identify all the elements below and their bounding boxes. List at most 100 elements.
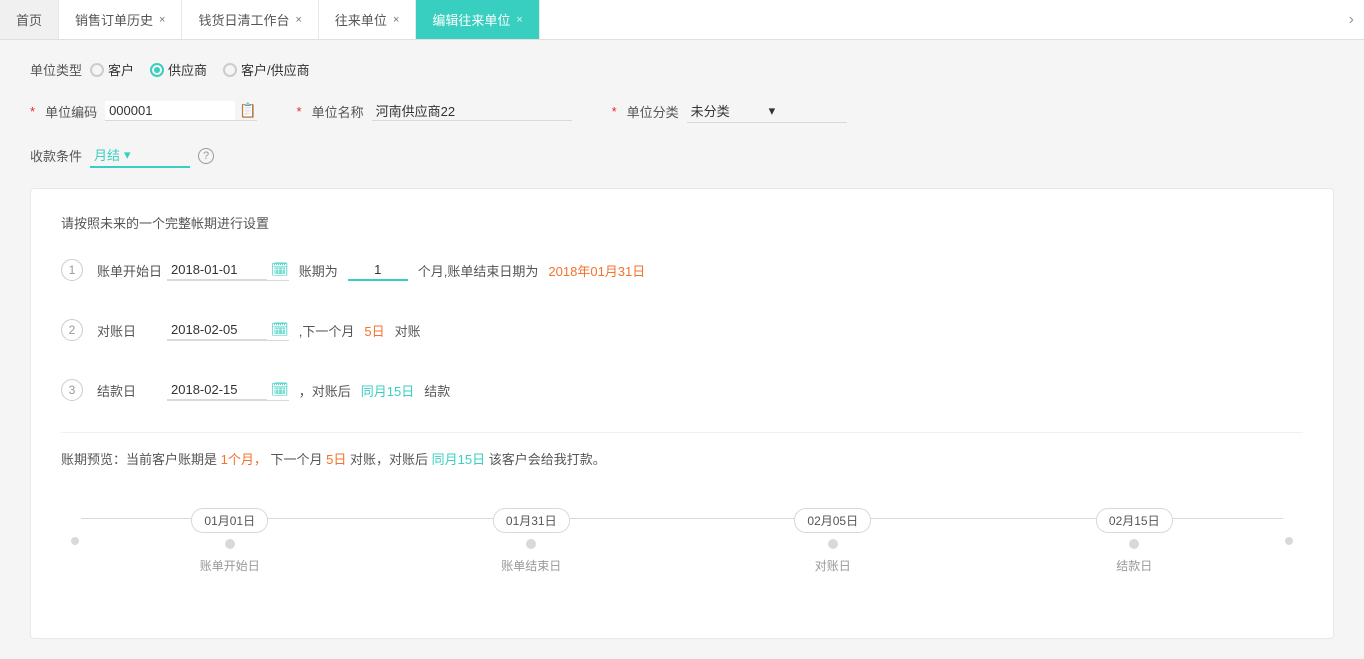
step1-inputs: 🗓 账期为 个月,账单结束日期为 2018年01月31日	[167, 260, 645, 281]
step3-calendar-icon[interactable]: 🗓	[271, 381, 289, 398]
step2-date-input-wrapper: 🗓	[167, 320, 289, 341]
page-content: 单位类型 客户 供应商 客户/供应商 * 单位编码	[0, 40, 1364, 659]
payment-terms-select[interactable]: 月结 ▾	[90, 143, 190, 168]
preview-text: 账期预览：当前客户账期是 1个月， 下一个月 5日 对账，对账后 同月15日 该…	[61, 449, 1303, 468]
step3-suffix: 结款	[424, 381, 450, 400]
timeline-badge-4: 02月15日	[1096, 508, 1173, 533]
payment-terms-label: 收款条件	[30, 146, 82, 165]
step1-label: 账单开始日	[97, 261, 167, 280]
step1-date-input[interactable]	[167, 260, 267, 280]
preview-middle: 下一个月	[271, 452, 323, 467]
tab-more-button[interactable]: ›	[1339, 0, 1364, 39]
step2-prefix: ,下一个月	[299, 321, 355, 340]
unit-category-field: * 单位分类 未分类 ▾	[612, 99, 847, 123]
radio-supplier-circle	[150, 63, 164, 77]
step1-calendar-icon[interactable]: 🗓	[271, 261, 289, 278]
step1-row: 1 账单开始日 🗓 账期为 个月,账单结束日期为 2018年01月31日	[61, 252, 1303, 288]
step3-date-input[interactable]	[167, 380, 267, 400]
unit-code-input-wrapper: 📋	[105, 101, 256, 121]
card-title: 请按照未来的一个完整帐期进行设置	[61, 213, 1303, 232]
step2-calendar-icon[interactable]: 🗓	[271, 321, 289, 338]
unit-code-label: 单位编码	[45, 102, 97, 121]
close-tab-partner-units[interactable]: ×	[393, 14, 399, 26]
step2-inputs: 🗓 ,下一个月 5日 对账	[167, 320, 421, 341]
radio-customer-label: 客户	[108, 60, 134, 79]
payment-terms-help[interactable]: ?	[198, 148, 214, 164]
timeline-start-dot	[71, 537, 79, 545]
timeline-label-2: 账单结束日	[501, 557, 561, 574]
unit-category-chevron: ▾	[769, 103, 843, 119]
close-tab-cash-workbench[interactable]: ×	[295, 14, 301, 26]
radio-both[interactable]: 客户/供应商	[223, 60, 310, 79]
payment-terms-value: 月结	[94, 145, 120, 164]
step3-inputs: 🗓 ，对账后 同月15日 结款	[167, 380, 450, 401]
preview-prefix: 账期预览：当前客户账期是	[61, 452, 217, 467]
step3-date-input-wrapper: 🗓	[167, 380, 289, 401]
tab-home[interactable]: 首页	[0, 0, 59, 39]
step3-row: 3 结款日 🗓 ，对账后 同月15日 结款	[61, 372, 1303, 408]
unit-type-field: 单位类型 客户 供应商 客户/供应商	[30, 60, 310, 79]
timeline-circle-3	[828, 539, 838, 549]
preview-date1: 5日	[326, 452, 346, 467]
step3-number: 3	[61, 379, 83, 401]
preview-section: 账期预览：当前客户账期是 1个月， 下一个月 5日 对账，对账后 同月15日 该…	[61, 432, 1303, 614]
step3-prefix: ，对账后	[299, 381, 351, 400]
close-tab-edit-partner[interactable]: ×	[516, 14, 522, 26]
step2-row: 2 对账日 🗓 ,下一个月 5日 对账	[61, 312, 1303, 348]
tab-partner-units[interactable]: 往来单位 ×	[319, 0, 416, 39]
step1-period-input[interactable]	[348, 260, 408, 281]
unit-type-label: 单位类型	[30, 60, 82, 79]
radio-both-circle	[223, 63, 237, 77]
timeline-point-2: 01月31日 账单结束日	[493, 508, 570, 574]
unit-name-field: * 单位名称	[297, 101, 572, 121]
radio-supplier[interactable]: 供应商	[150, 60, 207, 79]
timeline-circle-2	[526, 539, 536, 549]
tab-edit-partner[interactable]: 编辑往来单位 ×	[416, 0, 539, 39]
timeline-badge-3: 02月05日	[794, 508, 871, 533]
payment-terms-row: 收款条件 月结 ▾ ?	[30, 143, 1334, 168]
radio-customer-circle	[90, 63, 104, 77]
close-tab-sales-history[interactable]: ×	[159, 14, 165, 26]
step1-number: 1	[61, 259, 83, 281]
tab-bar: 首页 销售订单历史 × 钱货日清工作台 × 往来单位 × 编辑往来单位 × ›	[0, 0, 1364, 40]
radio-customer[interactable]: 客户	[90, 60, 134, 79]
unit-category-select[interactable]: 未分类 ▾	[687, 99, 847, 123]
radio-supplier-label: 供应商	[168, 60, 207, 79]
timeline-label-4: 结款日	[1116, 557, 1152, 574]
payment-terms-field: 收款条件 月结 ▾ ?	[30, 143, 214, 168]
step1-end-date: 2018年01月31日	[548, 261, 645, 280]
step2-date-input[interactable]	[167, 320, 267, 340]
timeline-point-3: 02月05日 对账日	[794, 508, 871, 574]
timeline-points: 01月01日 账单开始日 01月31日 账单结束日 02月05日 对账日	[79, 508, 1285, 574]
timeline-point-1: 01月01日 账单开始日	[191, 508, 268, 574]
timeline-badge-1: 01月01日	[191, 508, 268, 533]
step2-highlight: 5日	[364, 321, 384, 340]
timeline: 01月01日 账单开始日 01月31日 账单结束日 02月05日 对账日	[61, 488, 1303, 614]
unit-code-input[interactable]	[105, 101, 235, 120]
preview-period: 1个月，	[221, 452, 267, 467]
step3-highlight: 同月15日	[361, 381, 414, 400]
tab-sales-history[interactable]: 销售订单历史 ×	[59, 0, 182, 39]
radio-both-label: 客户/供应商	[241, 60, 310, 79]
unit-name-input[interactable]	[372, 101, 572, 121]
step1-period-unit: 个月,账单结束日期为	[418, 261, 539, 280]
unit-code-field: * 单位编码 📋	[30, 101, 257, 121]
timeline-circle-1	[225, 539, 235, 549]
timeline-label-3: 对账日	[815, 557, 851, 574]
unit-code-icon: 📋	[239, 102, 256, 119]
preview-date2: 同月15日	[432, 452, 485, 467]
timeline-circle-4	[1129, 539, 1139, 549]
unit-name-label: 单位名称	[312, 102, 364, 121]
settings-card: 请按照未来的一个完整帐期进行设置 1 账单开始日 🗓 账期为 个月,账单结束日期…	[30, 188, 1334, 639]
step3-label: 结款日	[97, 381, 167, 400]
timeline-badge-2: 01月31日	[493, 508, 570, 533]
unit-category-label: 单位分类	[627, 102, 679, 121]
timeline-end-dot	[1285, 537, 1293, 545]
step2-label: 对账日	[97, 321, 167, 340]
timeline-point-4: 02月15日 结款日	[1096, 508, 1173, 574]
unit-info-row: * 单位编码 📋 * 单位名称 * 单位分类 未分类 ▾	[30, 99, 1334, 123]
step1-date-input-wrapper: 🗓	[167, 260, 289, 281]
step2-number: 2	[61, 319, 83, 341]
tab-cash-workbench[interactable]: 钱货日清工作台 ×	[182, 0, 318, 39]
step1-period-label: 账期为	[299, 261, 338, 280]
